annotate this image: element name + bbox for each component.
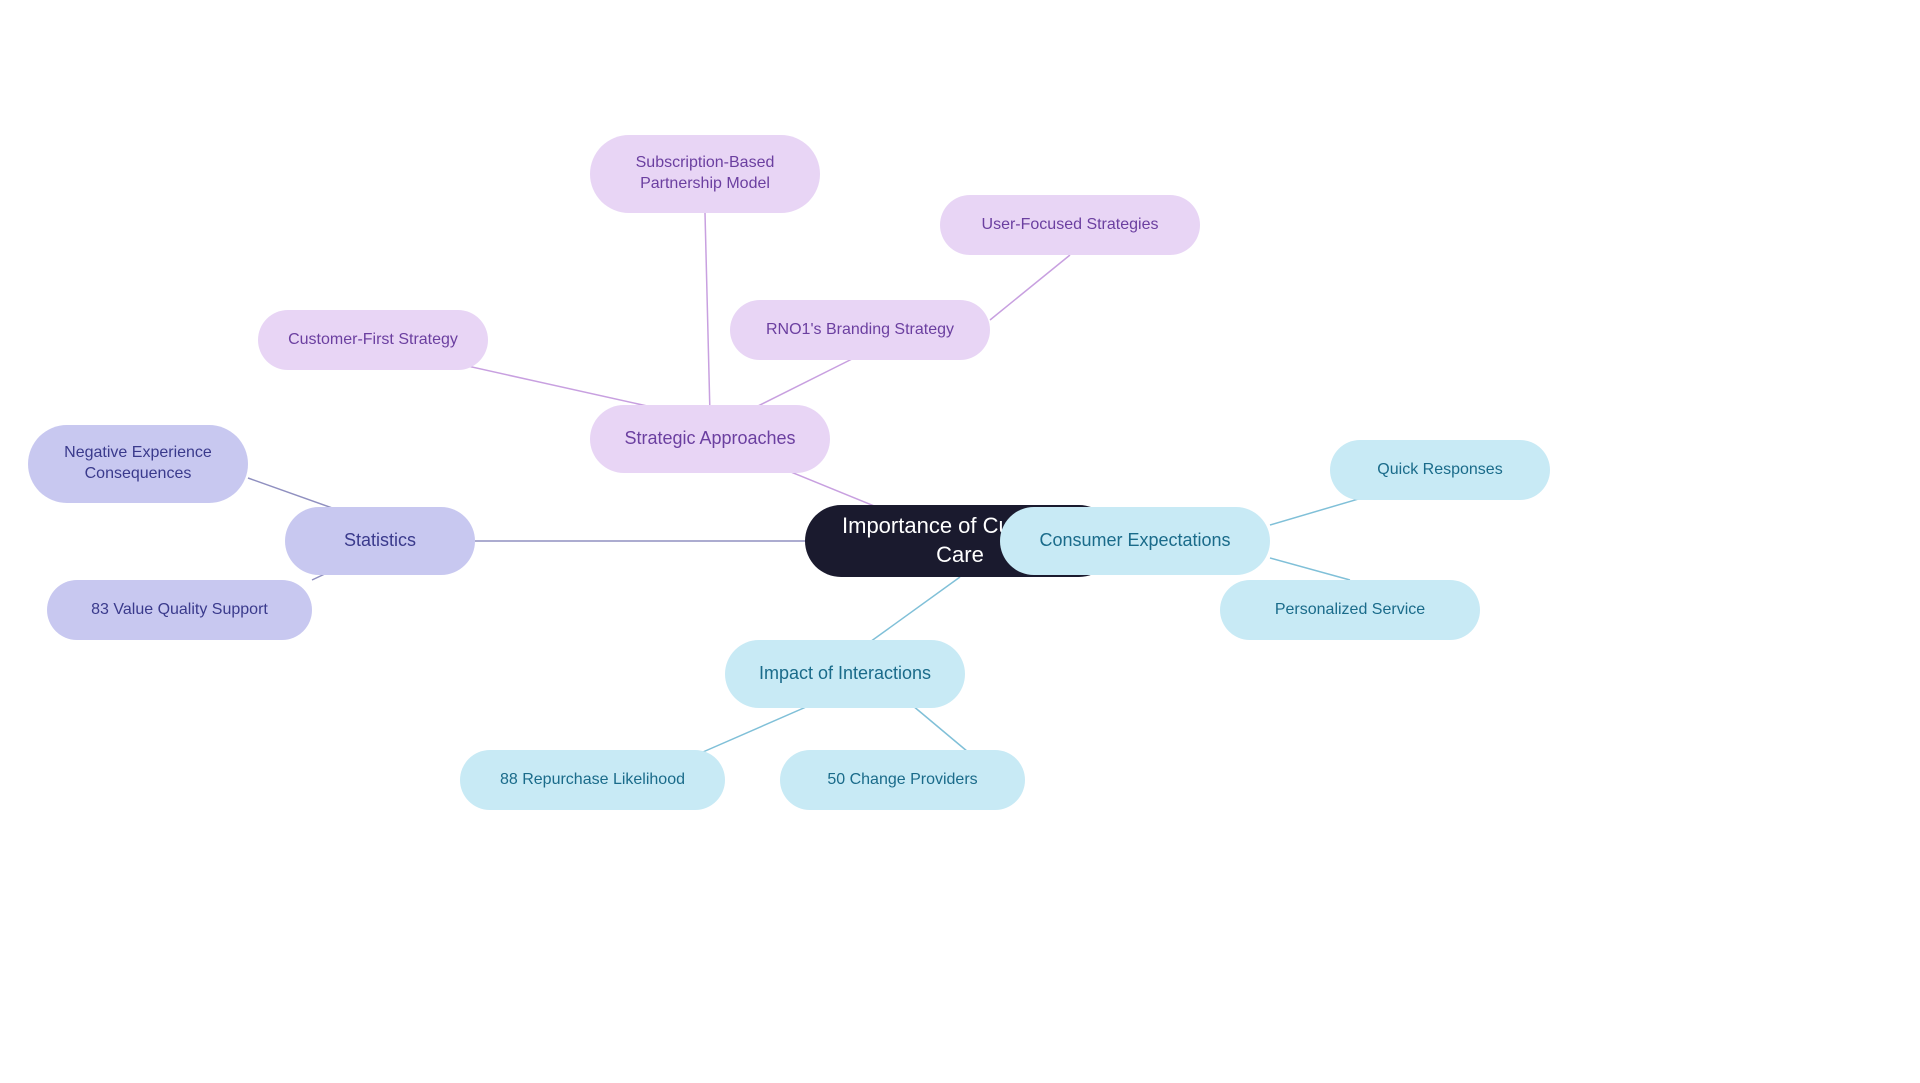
- user-focused-label: User-Focused Strategies: [962, 207, 1179, 244]
- strategic-label: Strategic Approaches: [604, 419, 815, 458]
- consumer-expectations-node[interactable]: Consumer Expectations: [1000, 507, 1270, 575]
- impact-node[interactable]: Impact of Interactions: [725, 640, 965, 708]
- change-providers-label: 50 Change Providers: [807, 762, 997, 799]
- customer-first-label: Customer-First Strategy: [268, 322, 478, 359]
- rno1-node[interactable]: RNO1's Branding Strategy: [730, 300, 990, 360]
- personalized-service-node[interactable]: Personalized Service: [1220, 580, 1480, 640]
- quick-responses-node[interactable]: Quick Responses: [1330, 440, 1550, 500]
- impact-label: Impact of Interactions: [739, 654, 951, 693]
- subscription-node[interactable]: Subscription-BasedPartnership Model: [590, 135, 820, 213]
- subscription-label: Subscription-BasedPartnership Model: [616, 145, 795, 203]
- statistics-node[interactable]: Statistics: [285, 507, 475, 575]
- negative-node[interactable]: Negative ExperienceConsequences: [28, 425, 248, 503]
- negative-label: Negative ExperienceConsequences: [44, 435, 232, 493]
- value-quality-label: 83 Value Quality Support: [71, 592, 288, 629]
- customer-first-node[interactable]: Customer-First Strategy: [258, 310, 488, 370]
- consumer-label: Consumer Expectations: [1019, 521, 1250, 560]
- user-focused-node[interactable]: User-Focused Strategies: [940, 195, 1200, 255]
- statistics-label: Statistics: [324, 521, 436, 560]
- repurchase-node[interactable]: 88 Repurchase Likelihood: [460, 750, 725, 810]
- change-providers-node[interactable]: 50 Change Providers: [780, 750, 1025, 810]
- repurchase-label: 88 Repurchase Likelihood: [480, 762, 705, 799]
- rno1-label: RNO1's Branding Strategy: [746, 312, 974, 349]
- value-quality-node[interactable]: 83 Value Quality Support: [47, 580, 312, 640]
- personalized-label: Personalized Service: [1255, 592, 1445, 629]
- quick-responses-label: Quick Responses: [1357, 452, 1522, 489]
- strategic-approaches-node[interactable]: Strategic Approaches: [590, 405, 830, 473]
